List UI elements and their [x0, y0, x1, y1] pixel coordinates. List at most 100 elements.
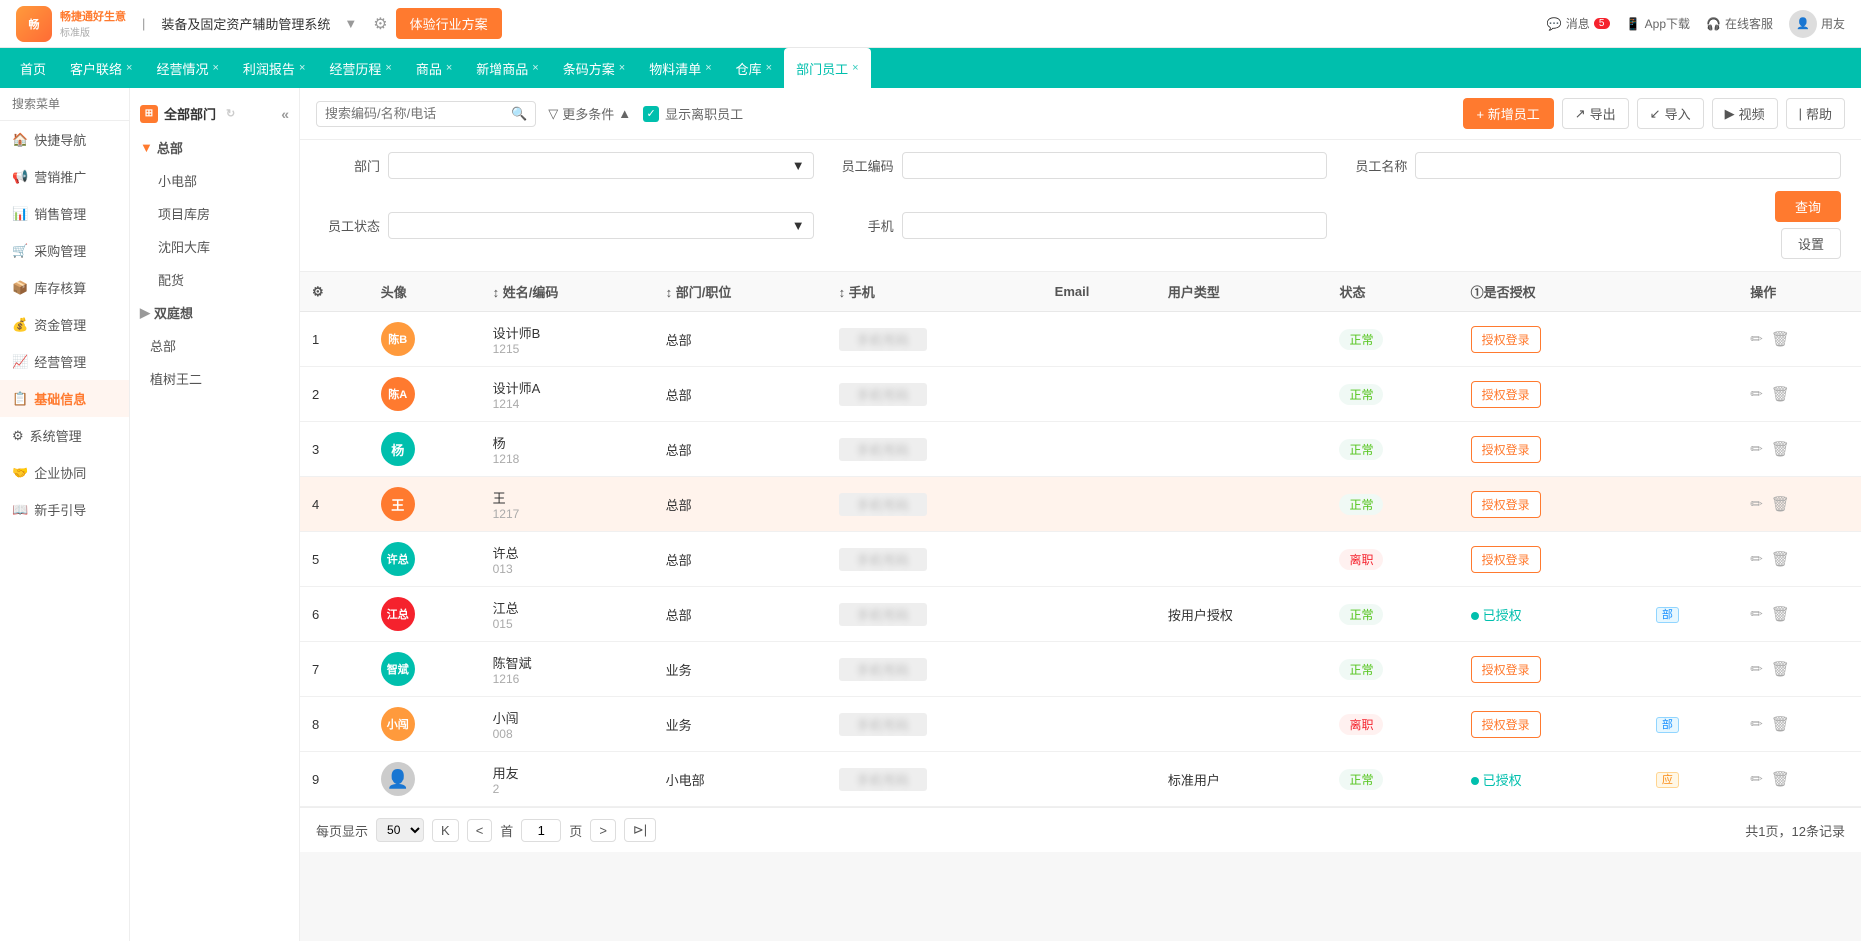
next-page-btn[interactable]: > — [590, 819, 616, 842]
dept-tree-item-zhishu[interactable]: 植树王二 — [130, 362, 299, 395]
nav-close-goods[interactable]: × — [446, 62, 452, 74]
sidebar-item-marketing[interactable]: 📢营销推广 — [0, 158, 129, 195]
dropdown-arrow-icon[interactable]: ▼ — [344, 16, 357, 31]
more-filter-btn[interactable]: ▽ 更多条件 ▲ — [548, 104, 631, 123]
view-btn[interactable]: ▶ 视频 — [1712, 98, 1778, 129]
edit-btn[interactable]: ✏ — [1750, 605, 1763, 623]
user-btn[interactable]: 👤 用友 — [1789, 10, 1845, 38]
auth-login-btn[interactable]: 授权登录 — [1471, 656, 1541, 683]
nav-item-home[interactable]: 首页 — [8, 48, 58, 88]
dept-tree-item-shenyang[interactable]: 沈阳大库 — [130, 230, 299, 263]
edit-btn[interactable]: ✏ — [1750, 385, 1763, 403]
nav-item-business[interactable]: 经营情况 × — [144, 48, 230, 88]
sidebar-item-sales[interactable]: 📊销售管理 — [0, 195, 129, 232]
query-btn[interactable]: 查询 — [1775, 191, 1841, 222]
delete-btn[interactable]: 🗑 — [1771, 550, 1790, 568]
delete-btn[interactable]: 🗑 — [1771, 385, 1790, 403]
message-btn[interactable]: 💬 消息 5 — [1547, 15, 1610, 32]
prev-page-btn[interactable]: < — [467, 819, 493, 842]
dept-tree-item-shuangting[interactable]: ▶ 双庭想 — [130, 296, 299, 329]
edit-btn[interactable]: ✏ — [1750, 440, 1763, 458]
page-size-select[interactable]: 50 — [376, 818, 424, 842]
sidebar-item-system[interactable]: ⚙系统管理 — [0, 417, 129, 454]
all-dept-label[interactable]: 全部部门 — [164, 104, 216, 123]
nav-item-customer[interactable]: 客户联络 × — [58, 48, 144, 88]
nav-item-add-goods[interactable]: 新增商品 × — [464, 48, 550, 88]
first-page-btn[interactable]: K — [432, 819, 459, 842]
nav-item-bom[interactable]: 物料清单 × — [637, 48, 723, 88]
show-resigned-toggle[interactable]: ✓ 显示离职员工 — [643, 104, 743, 123]
auth-login-btn[interactable]: 授权登录 — [1471, 711, 1541, 738]
export-btn[interactable]: ↗ 导出 — [1562, 98, 1629, 129]
nav-item-barcode[interactable]: 条码方案 × — [551, 48, 637, 88]
col-dept[interactable]: ↕ 部门/职位 — [654, 272, 827, 312]
dept-tree-item-zongbu-expand[interactable]: ▼ 总部 — [130, 131, 299, 164]
nav-item-goods[interactable]: 商品 × — [404, 48, 464, 88]
nav-item-dept[interactable]: 部门员工 × — [784, 48, 870, 88]
col-settings[interactable]: ⚙ — [300, 272, 369, 312]
nav-item-profit[interactable]: 利润报告 × — [231, 48, 317, 88]
auth-login-btn[interactable]: 授权登录 — [1471, 546, 1541, 573]
add-employee-btn[interactable]: + 新增员工 — [1463, 98, 1554, 129]
col-phone[interactable]: ↕ 手机 — [827, 272, 1043, 312]
last-page-btn[interactable]: ⊳| — [624, 818, 656, 842]
edit-btn[interactable]: ✏ — [1750, 330, 1763, 348]
auth-login-btn[interactable]: 授权登录 — [1471, 326, 1541, 353]
auth-login-btn[interactable]: 授权登录 — [1471, 436, 1541, 463]
delete-btn[interactable]: 🗑 — [1771, 605, 1790, 623]
sidebar-item-guide[interactable]: 📖新手引导 — [0, 491, 129, 528]
sidebar-item-collab[interactable]: 🤝企业协同 — [0, 454, 129, 491]
edit-btn[interactable]: ✏ — [1750, 715, 1763, 733]
sidebar-item-basic[interactable]: 📋基础信息 — [0, 380, 129, 417]
status-select[interactable]: ▼ — [388, 212, 814, 239]
dept-tree-item-xiaodian[interactable]: 小电部 — [130, 164, 299, 197]
online-service-btn[interactable]: 🎧 在线客服 — [1706, 15, 1773, 32]
delete-btn[interactable]: 🗑 — [1771, 770, 1790, 788]
trial-button[interactable]: 体验行业方案 — [396, 8, 502, 39]
dept-tree-item-project[interactable]: 项目库房 — [130, 197, 299, 230]
edit-btn[interactable]: ✏ — [1750, 550, 1763, 568]
nav-close-bom[interactable]: × — [705, 62, 711, 74]
employee-search-input[interactable] — [325, 106, 505, 121]
edit-btn[interactable]: ✏ — [1750, 660, 1763, 678]
dept-tree-item-peihuo[interactable]: 配货 — [130, 263, 299, 296]
app-download-btn[interactable]: 📱 App下载 — [1626, 15, 1690, 32]
nav-close-customer[interactable]: × — [126, 62, 132, 74]
sidebar-item-inventory[interactable]: 📦库存核算 — [0, 269, 129, 306]
nav-close-business[interactable]: × — [212, 62, 218, 74]
dept-tree-item-zongbu2[interactable]: 总部 — [130, 329, 299, 362]
refresh-icon[interactable]: ↻ — [226, 107, 235, 120]
delete-btn[interactable]: 🗑 — [1771, 660, 1790, 678]
edit-btn[interactable]: ✏ — [1750, 770, 1763, 788]
nav-close-warehouse[interactable]: × — [766, 62, 772, 74]
page-number-input[interactable] — [521, 819, 561, 842]
nav-item-warehouse[interactable]: 仓库 × — [724, 48, 784, 88]
sidebar-item-finance[interactable]: 💰资金管理 — [0, 306, 129, 343]
help-btn[interactable]: | 帮助 — [1786, 98, 1845, 129]
nav-close-add-goods[interactable]: × — [532, 62, 538, 74]
auth-login-btn[interactable]: 授权登录 — [1471, 491, 1541, 518]
nav-close-history[interactable]: × — [385, 62, 391, 74]
delete-btn[interactable]: 🗑 — [1771, 495, 1790, 513]
employee-name-input[interactable] — [1415, 152, 1841, 179]
dept-collapse-btn[interactable]: « — [281, 106, 289, 122]
phone-input[interactable] — [902, 212, 1328, 239]
nav-close-barcode[interactable]: × — [619, 62, 625, 74]
dept-select[interactable]: ▼ — [388, 152, 814, 179]
nav-close-dept[interactable]: × — [852, 62, 858, 74]
settings-icon[interactable]: ⚙ — [373, 14, 387, 34]
nav-close-profit[interactable]: × — [299, 62, 305, 74]
import-btn[interactable]: ↙ 导入 — [1637, 98, 1704, 129]
sidebar-item-shortcuts[interactable]: 🏠快捷导航 — [0, 121, 129, 158]
delete-btn[interactable]: 🗑 — [1771, 715, 1790, 733]
delete-btn[interactable]: 🗑 — [1771, 330, 1790, 348]
sidebar-item-operation[interactable]: 📈经营管理 — [0, 343, 129, 380]
col-name[interactable]: ↕ 姓名/编码 — [481, 272, 654, 312]
delete-btn[interactable]: 🗑 — [1771, 440, 1790, 458]
employee-code-input[interactable] — [902, 152, 1328, 179]
auth-login-btn[interactable]: 授权登录 — [1471, 381, 1541, 408]
nav-item-history[interactable]: 经营历程 × — [317, 48, 403, 88]
edit-btn[interactable]: ✏ — [1750, 495, 1763, 513]
reset-btn[interactable]: 设置 — [1781, 228, 1841, 259]
sidebar-item-purchase[interactable]: 🛒采购管理 — [0, 232, 129, 269]
